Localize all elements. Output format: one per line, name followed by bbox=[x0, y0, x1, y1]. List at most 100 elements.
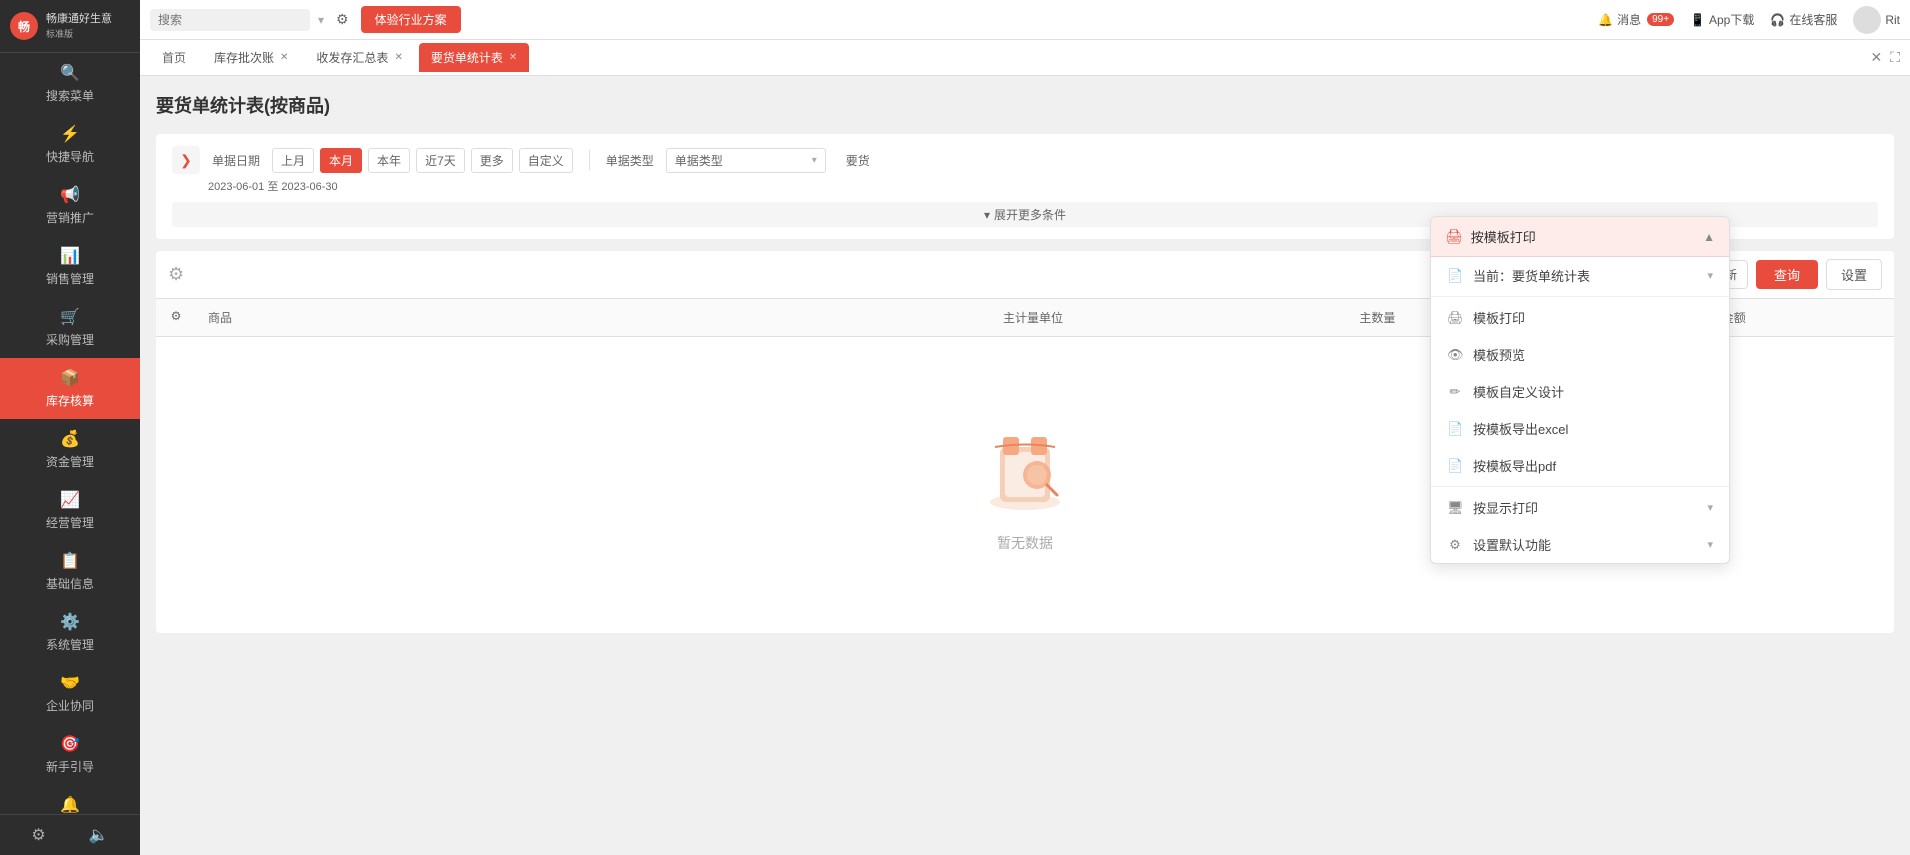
system-icon: ⚙️ bbox=[60, 612, 80, 632]
tab-collection-label: 收发存汇总表 bbox=[316, 49, 388, 66]
sidebar-nav: 🔍 搜索菜单 ⚡ 快捷导航 📢 营销推广 📊 销售管理 🛒 采购管理 📦 库存核… bbox=[0, 53, 140, 814]
headset-icon: 🎧 bbox=[1770, 13, 1785, 27]
dropdown-display-print[interactable]: 🖥 按显示打印 ▾ bbox=[1431, 489, 1729, 526]
dropdown-item-label: 模板自定义设计 bbox=[1473, 382, 1564, 401]
industry-btn[interactable]: 体验行业方案 bbox=[361, 6, 461, 33]
inventory-icon: 📦 bbox=[60, 368, 80, 388]
display-print-arrow: ▾ bbox=[1707, 501, 1713, 514]
topbar-gear-icon[interactable]: ⚙ bbox=[336, 11, 349, 28]
search-icon: 🔍 bbox=[60, 63, 80, 83]
date-range-display: 2023-06-01 至 2023-06-30 bbox=[172, 178, 1878, 194]
sound-icon[interactable]: 🔈 bbox=[89, 825, 109, 845]
sidebar-item-label: 资金管理 bbox=[46, 453, 94, 470]
date-btn-prev-month[interactable]: 上月 bbox=[272, 148, 314, 173]
empty-text: 暂无数据 bbox=[997, 533, 1053, 553]
user-name: Rit bbox=[1885, 13, 1900, 27]
settings-icon[interactable]: ⚙ bbox=[168, 264, 184, 285]
sidebar-item-shortcut[interactable]: ⚡ 快捷导航 bbox=[0, 114, 140, 175]
print-dropdown-menu: 🖨 按模板打印 ▲ 📄 当前：要货单统计表 ▾ 🖨 模板打印 👁 模板 bbox=[1430, 216, 1730, 564]
date-btn-current-month[interactable]: 本月 bbox=[320, 148, 362, 173]
tab-batch-close[interactable]: ✕ bbox=[280, 52, 288, 63]
display-print-icon: 🖥 bbox=[1447, 500, 1463, 516]
sidebar-item-sales[interactable]: 📊 销售管理 bbox=[0, 236, 140, 297]
date-btn-current-year[interactable]: 本年 bbox=[368, 148, 410, 173]
content-area: 要货单统计表(按商品) ❯ 单据日期 上月 本月 本年 近7天 更多 自定义 单… bbox=[140, 76, 1910, 855]
date-btn-custom[interactable]: 自定义 bbox=[519, 148, 573, 173]
filter-divider bbox=[589, 150, 590, 170]
logo-icon: 畅 bbox=[10, 12, 38, 40]
sidebar-item-appstore[interactable]: 🔔 应用中心 bbox=[0, 785, 140, 814]
template-pdf-icon: 📄 bbox=[1447, 458, 1463, 474]
tab-batch[interactable]: 库存批次账 ✕ bbox=[202, 43, 300, 72]
template-design-icon: ✏ bbox=[1447, 384, 1463, 400]
dropdown-item-label: 模板打印 bbox=[1473, 308, 1525, 327]
dropdown-item-template-print[interactable]: 🖨 模板打印 bbox=[1431, 299, 1729, 336]
dropdown-default-func-label: 设置默认功能 bbox=[1473, 535, 1551, 554]
sidebar-item-inventory[interactable]: 📦 库存核算 bbox=[0, 358, 140, 419]
search-input[interactable] bbox=[150, 9, 310, 31]
dropdown-title: 按模板打印 bbox=[1471, 227, 1536, 246]
sidebar-item-purchase[interactable]: 🛒 采购管理 bbox=[0, 297, 140, 358]
sidebar-item-guide[interactable]: 🎯 新手引导 bbox=[0, 724, 140, 785]
maximize-icon[interactable]: ⛶ bbox=[1890, 49, 1900, 66]
sidebar-logo: 畅 畅康通好生意 标准版 bbox=[0, 0, 140, 53]
empty-illustration bbox=[975, 417, 1075, 517]
guide-icon: 🎯 bbox=[60, 734, 80, 754]
type-select[interactable]: 单据类型 ▾ bbox=[666, 148, 826, 173]
dropdown-display-print-label: 按显示打印 bbox=[1473, 498, 1538, 517]
finance-icon: 💰 bbox=[60, 429, 80, 449]
dropdown-default-func[interactable]: ⚙ 设置默认功能 ▾ bbox=[1431, 526, 1729, 563]
sidebar-item-marketing[interactable]: 📢 营销推广 bbox=[0, 175, 140, 236]
sidebar-item-system[interactable]: ⚙️ 系统管理 bbox=[0, 602, 140, 663]
date-range-text: 2023-06-01 至 2023-06-30 bbox=[208, 181, 338, 193]
col-settings-icon: ⚙ bbox=[171, 309, 182, 323]
dropdown-item-label: 按模板导出pdf bbox=[1473, 456, 1556, 475]
dropdown-item-template-design[interactable]: ✏ 模板自定义设计 bbox=[1431, 373, 1729, 410]
operation-icon: 📈 bbox=[60, 490, 80, 510]
online-service-label: 在线客服 bbox=[1789, 11, 1837, 28]
app-download-label: App下载 bbox=[1709, 11, 1754, 28]
tab-order-stats[interactable]: 要货单统计表 ✕ bbox=[419, 43, 529, 72]
notification-badge: 99+ bbox=[1647, 13, 1674, 26]
date-label: 单据日期 bbox=[212, 152, 260, 169]
dropdown-item-template-preview[interactable]: 👁 模板预览 bbox=[1431, 336, 1729, 373]
sidebar-item-basic[interactable]: 📋 基础信息 bbox=[0, 541, 140, 602]
default-func-arrow: ▾ bbox=[1707, 538, 1713, 551]
online-service-item[interactable]: 🎧 在线客服 bbox=[1770, 11, 1837, 28]
main-area: ▾ ⚙ 体验行业方案 🔔 消息 99+ 📱 App下载 🎧 在线客服 Rit bbox=[140, 0, 1910, 855]
notifications-label: 消息 bbox=[1617, 11, 1641, 28]
date-btn-more[interactable]: 更多 bbox=[471, 148, 513, 173]
settings-bottom-icon[interactable]: ⚙ bbox=[31, 825, 45, 845]
query-btn[interactable]: 查询 bbox=[1756, 260, 1818, 289]
dropdown-header: 🖨 按模板打印 ▲ bbox=[1431, 217, 1729, 257]
dropdown-item-template-pdf[interactable]: 📄 按模板导出pdf bbox=[1431, 447, 1729, 484]
dropdown-item-label: 模板预览 bbox=[1473, 345, 1525, 364]
col-unit: 主计量单位 bbox=[861, 299, 1205, 336]
user-avatar-item[interactable]: Rit bbox=[1853, 6, 1900, 34]
dropdown-collapse-arrow[interactable]: ▲ bbox=[1703, 230, 1715, 244]
basic-icon: 📋 bbox=[60, 551, 80, 571]
notifications-item[interactable]: 🔔 消息 99+ bbox=[1598, 11, 1674, 28]
sidebar-item-finance[interactable]: 💰 资金管理 bbox=[0, 419, 140, 480]
sidebar-item-operation[interactable]: 📈 经营管理 bbox=[0, 480, 140, 541]
appstore-icon: 🔔 bbox=[60, 795, 80, 814]
sidebar-item-label: 系统管理 bbox=[46, 636, 94, 653]
filter-expand-arrow[interactable]: ❯ bbox=[172, 146, 200, 174]
date-btn-7days[interactable]: 近7天 bbox=[416, 148, 465, 173]
tab-order-stats-close[interactable]: ✕ bbox=[509, 52, 517, 63]
tab-collection-close[interactable]: ✕ bbox=[394, 52, 402, 63]
tab-collection[interactable]: 收发存汇总表 ✕ bbox=[304, 43, 414, 72]
tab-home[interactable]: 首页 bbox=[150, 43, 198, 72]
default-func-icon: ⚙ bbox=[1447, 537, 1463, 553]
dropdown-current-template[interactable]: 📄 当前：要货单统计表 ▾ bbox=[1431, 257, 1729, 294]
sidebar-item-collab[interactable]: 🤝 企业协同 bbox=[0, 663, 140, 724]
filter-date-group: 上月 本月 本年 近7天 更多 自定义 bbox=[272, 148, 573, 173]
dropdown-item-template-excel[interactable]: 📄 按模板导出excel bbox=[1431, 410, 1729, 447]
sidebar-item-search[interactable]: 🔍 搜索菜单 bbox=[0, 53, 140, 114]
settings-btn[interactable]: 设置 bbox=[1826, 259, 1882, 290]
col-settings[interactable]: ⚙ bbox=[156, 299, 196, 336]
app-download-item[interactable]: 📱 App下载 bbox=[1690, 11, 1754, 28]
close-all-icon[interactable]: ✕ bbox=[1870, 49, 1882, 66]
tabbar-right: ✕ ⛶ bbox=[1870, 49, 1900, 66]
search-dropdown-arrow[interactable]: ▾ bbox=[318, 13, 324, 27]
